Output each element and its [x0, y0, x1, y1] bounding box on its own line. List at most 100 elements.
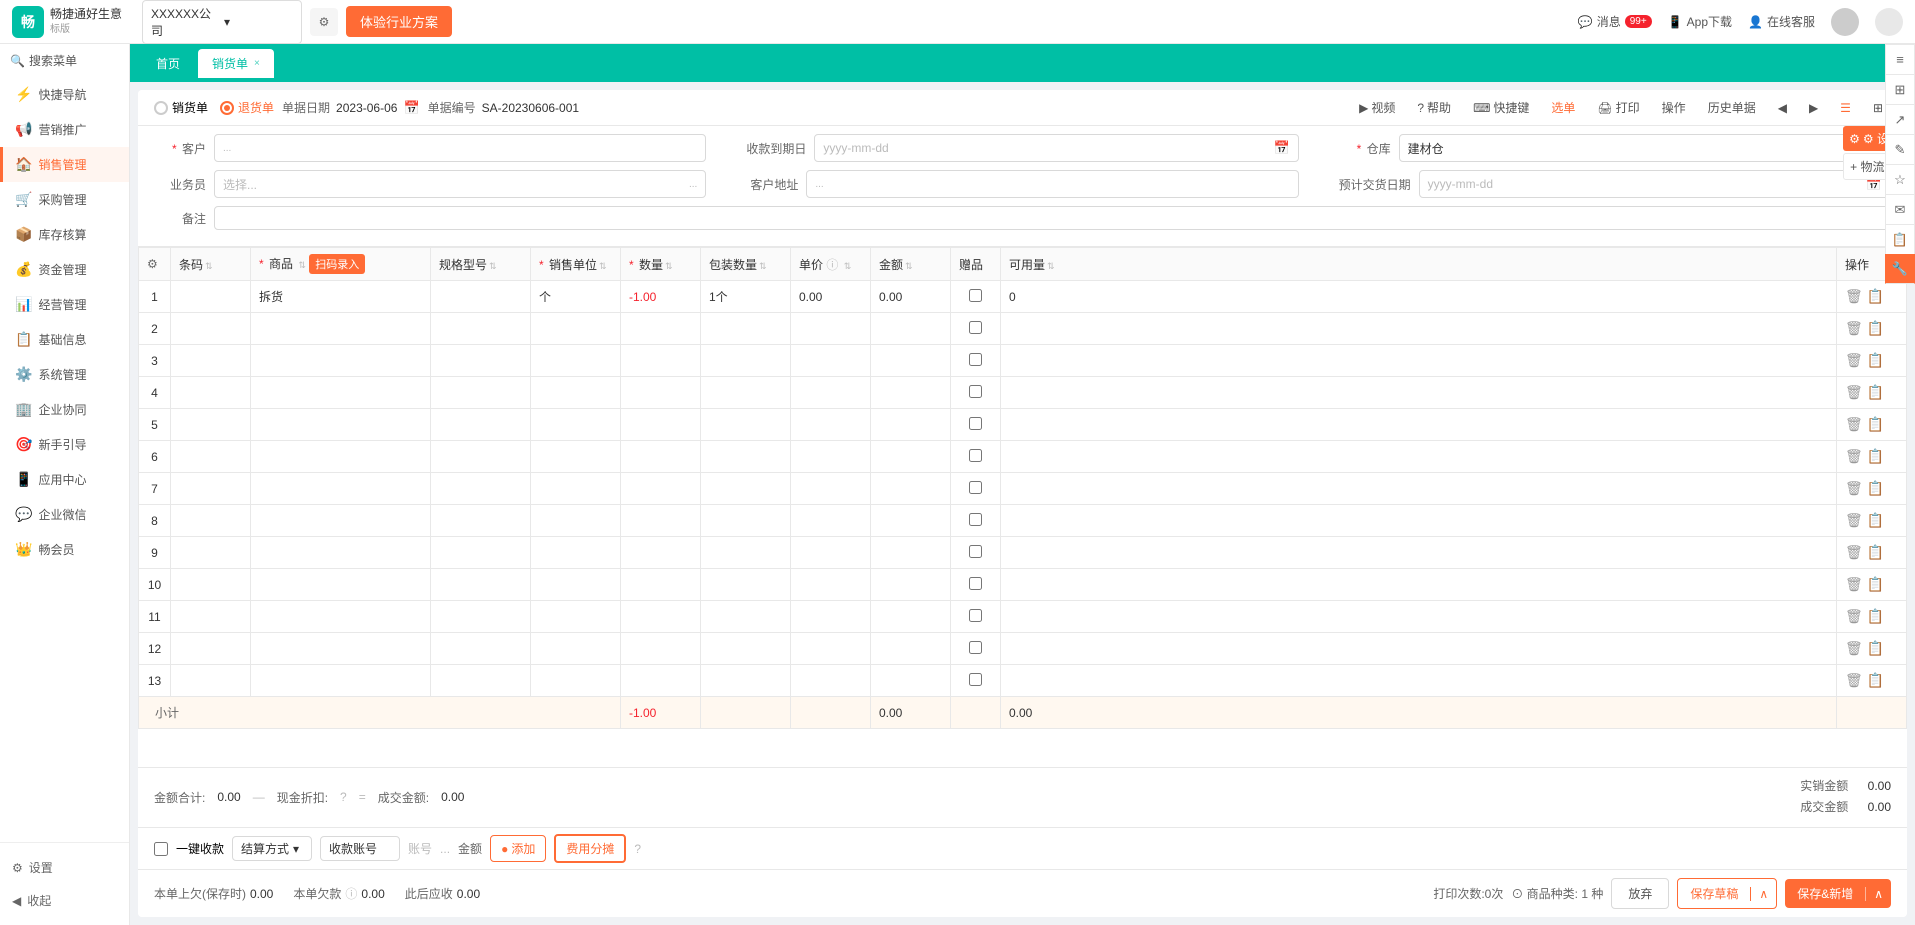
delete-row-btn[interactable]: 🗑: [1845, 512, 1863, 529]
cell-barcode[interactable]: [171, 665, 251, 697]
cell-qty[interactable]: [621, 665, 701, 697]
cell-spec[interactable]: [431, 537, 531, 569]
cell-spec[interactable]: [431, 473, 531, 505]
tab-sales-order[interactable]: 销货单 ×: [198, 49, 274, 78]
th-gear[interactable]: ⚙: [139, 248, 171, 281]
tab-home[interactable]: 首页: [142, 49, 194, 78]
cell-qty[interactable]: [621, 569, 701, 601]
cell-product[interactable]: 拆货: [251, 281, 431, 313]
cell-gift[interactable]: [951, 633, 1001, 665]
cell-pkg-qty[interactable]: [701, 569, 791, 601]
copy-row-btn[interactable]: 📋: [1867, 576, 1884, 593]
cell-qty[interactable]: [621, 537, 701, 569]
cell-barcode[interactable]: [171, 409, 251, 441]
cell-unit[interactable]: [531, 441, 621, 473]
cell-unit[interactable]: [531, 633, 621, 665]
cell-pkg-qty[interactable]: [701, 473, 791, 505]
sidebar-item-guide[interactable]: 🎯 新手引导: [0, 427, 129, 462]
cell-pkg-qty[interactable]: [701, 345, 791, 377]
cell-gift[interactable]: [951, 473, 1001, 505]
cell-gift[interactable]: [951, 505, 1001, 537]
notification-btn[interactable]: 💬 消息 99+: [1578, 13, 1652, 30]
date-calendar-icon[interactable]: 📅: [403, 100, 419, 116]
cell-unit-price[interactable]: [791, 601, 871, 633]
copy-row-btn[interactable]: 📋: [1867, 512, 1884, 529]
avatar[interactable]: [1831, 8, 1859, 36]
cell-amount[interactable]: [871, 313, 951, 345]
sidebar-item-member[interactable]: 👑 畅会员: [0, 532, 129, 567]
cell-gift[interactable]: [951, 313, 1001, 345]
one-click-payment-checkbox[interactable]: [154, 842, 168, 856]
cell-pkg-qty[interactable]: [701, 537, 791, 569]
cell-product[interactable]: [251, 505, 431, 537]
cell-spec[interactable]: [431, 409, 531, 441]
cell-product[interactable]: [251, 569, 431, 601]
customer-input[interactable]: ...: [214, 134, 706, 162]
cell-unit-price[interactable]: [791, 537, 871, 569]
cell-qty[interactable]: [621, 601, 701, 633]
cell-amount[interactable]: [871, 345, 951, 377]
help-btn[interactable]: ? 帮助: [1409, 96, 1459, 119]
delete-row-btn[interactable]: 🗑: [1845, 608, 1863, 625]
delete-row-btn[interactable]: 🗑: [1845, 320, 1863, 337]
cell-barcode[interactable]: [171, 633, 251, 665]
save-new-btn[interactable]: 保存&新增 ∧: [1785, 879, 1891, 908]
select-order-btn[interactable]: 选单: [1543, 96, 1583, 119]
cell-pkg-qty[interactable]: [701, 665, 791, 697]
cell-product[interactable]: [251, 313, 431, 345]
cell-spec[interactable]: [431, 569, 531, 601]
tab-close-icon[interactable]: ×: [254, 58, 260, 69]
copy-row-btn[interactable]: 📋: [1867, 320, 1884, 337]
cell-product[interactable]: [251, 537, 431, 569]
copy-row-btn[interactable]: 📋: [1867, 288, 1884, 305]
sidebar-item-finance[interactable]: 💰 资金管理: [0, 252, 129, 287]
remarks-input[interactable]: [214, 206, 1891, 230]
cell-gift[interactable]: [951, 441, 1001, 473]
cell-gift[interactable]: [951, 409, 1001, 441]
due-date-input[interactable]: yyyy-mm-dd 📅: [814, 134, 1298, 162]
customer-address-input[interactable]: ...: [806, 170, 1298, 198]
cell-unit-price[interactable]: [791, 665, 871, 697]
cell-amount[interactable]: [871, 377, 951, 409]
experience-button[interactable]: 体验行业方案: [346, 6, 452, 37]
sidebar-item-inventory[interactable]: 📦 库存核算: [0, 217, 129, 252]
radio-return-order[interactable]: 退货单: [220, 99, 274, 116]
cell-amount[interactable]: [871, 441, 951, 473]
cell-qty[interactable]: [621, 377, 701, 409]
sidebar-item-quick-nav[interactable]: ⚡ 快捷导航: [0, 77, 129, 112]
history-btn[interactable]: 历史单据: [1700, 96, 1764, 119]
right-tool-6[interactable]: ✉: [1885, 194, 1915, 224]
cell-unit-price[interactable]: [791, 409, 871, 441]
copy-row-btn[interactable]: 📋: [1867, 448, 1884, 465]
cell-barcode[interactable]: [171, 505, 251, 537]
cell-gift[interactable]: [951, 665, 1001, 697]
app-download-btn[interactable]: 📱 App下载: [1668, 13, 1732, 30]
salesperson-input[interactable]: 选择... ...: [214, 170, 706, 198]
delete-row-btn[interactable]: 🗑: [1845, 416, 1863, 433]
cell-unit-price[interactable]: [791, 633, 871, 665]
right-tool-5[interactable]: ☆: [1885, 164, 1915, 194]
sidebar-item-system[interactable]: ⚙️ 系统管理: [0, 357, 129, 392]
cell-amount[interactable]: [871, 633, 951, 665]
cell-amount[interactable]: [871, 505, 951, 537]
balance2-info-icon[interactable]: ⓘ: [345, 885, 357, 902]
expense-split-btn[interactable]: 费用分摊: [554, 834, 626, 863]
cell-amount[interactable]: [871, 601, 951, 633]
delete-row-btn[interactable]: 🗑: [1845, 480, 1863, 497]
cell-gift[interactable]: [951, 537, 1001, 569]
save-draft-arrow[interactable]: ∧: [1750, 887, 1776, 901]
sidebar-item-base-info[interactable]: 📋 基础信息: [0, 322, 129, 357]
cell-unit-price[interactable]: [791, 377, 871, 409]
cell-spec[interactable]: [431, 633, 531, 665]
cash-discount-info-icon[interactable]: ?: [340, 790, 347, 804]
copy-row-btn[interactable]: 📋: [1867, 640, 1884, 657]
cell-barcode[interactable]: [171, 537, 251, 569]
cell-pkg-qty[interactable]: [701, 633, 791, 665]
cell-pkg-qty[interactable]: [701, 409, 791, 441]
cell-pkg-qty[interactable]: [701, 441, 791, 473]
warehouse-input[interactable]: 建材仓 ...: [1399, 134, 1891, 162]
cell-unit[interactable]: [531, 569, 621, 601]
cell-unit-price[interactable]: [791, 569, 871, 601]
cell-product[interactable]: [251, 409, 431, 441]
save-new-arrow[interactable]: ∧: [1865, 887, 1891, 901]
